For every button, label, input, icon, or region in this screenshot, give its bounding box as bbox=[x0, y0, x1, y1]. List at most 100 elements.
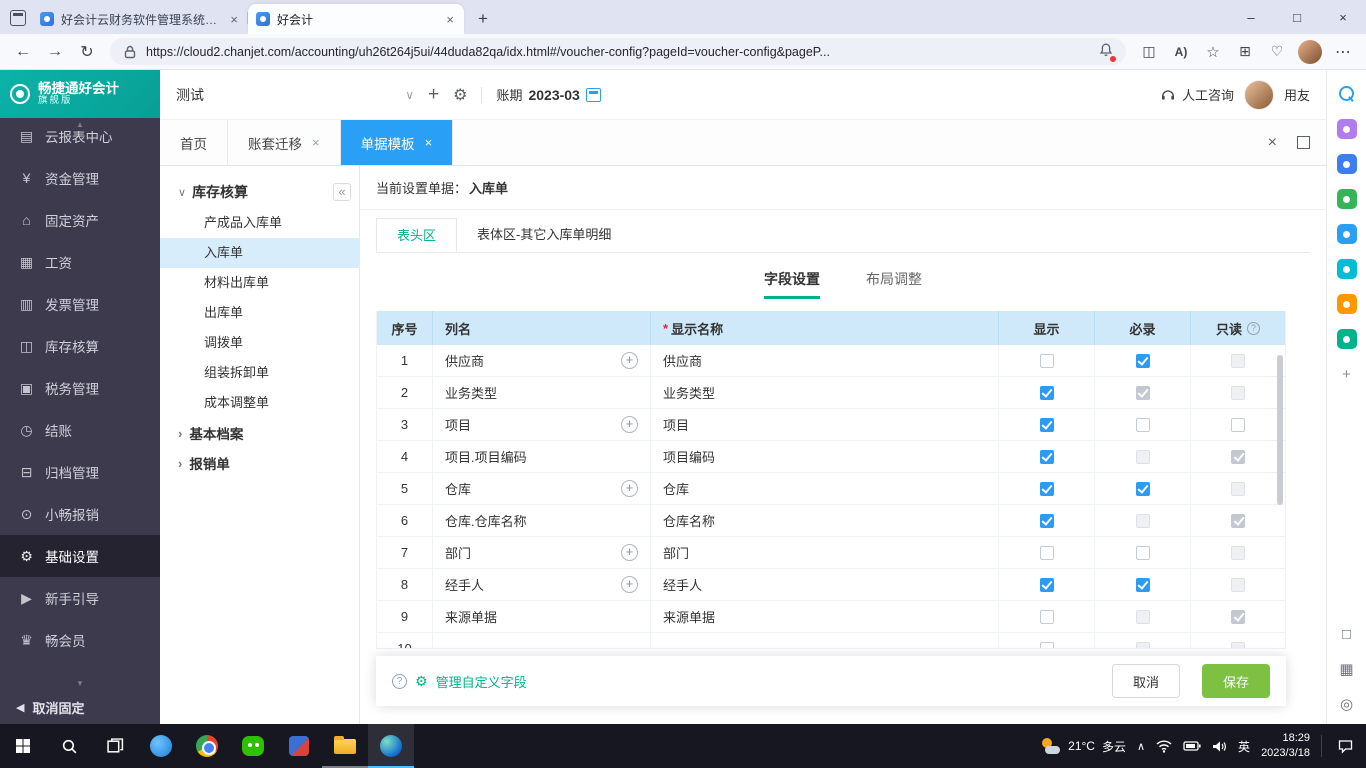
show-checkbox[interactable] bbox=[1039, 353, 1054, 368]
input-language-badge[interactable]: 英 bbox=[1238, 738, 1250, 755]
save-button[interactable]: 保存 bbox=[1202, 664, 1270, 698]
collapse-panel-button[interactable]: « bbox=[333, 183, 351, 201]
show-checkbox[interactable] bbox=[1039, 481, 1054, 496]
readonly-checkbox[interactable] bbox=[1231, 481, 1245, 496]
sidebar-item[interactable]: ⊙ 小畅报销 bbox=[0, 493, 160, 535]
tree-item[interactable]: 入库单 bbox=[160, 238, 359, 268]
readonly-checkbox[interactable] bbox=[1231, 385, 1245, 400]
show-checkbox[interactable] bbox=[1039, 609, 1054, 624]
footer-help-icon[interactable]: ? bbox=[392, 673, 407, 689]
close-all-tabs-icon[interactable]: × bbox=[1268, 134, 1277, 152]
required-checkbox[interactable] bbox=[1135, 385, 1150, 400]
table-scrollbar[interactable] bbox=[1277, 355, 1283, 505]
browser-tab[interactable]: 好会计 × bbox=[248, 4, 464, 34]
cell-display-name[interactable] bbox=[651, 633, 999, 648]
required-checkbox[interactable] bbox=[1135, 545, 1150, 560]
wifi-icon[interactable] bbox=[1156, 739, 1172, 753]
browser-menu-icon[interactable]: ⋯ bbox=[1328, 38, 1358, 66]
required-checkbox[interactable] bbox=[1135, 577, 1150, 592]
required-checkbox[interactable] bbox=[1135, 417, 1150, 432]
hidden-icons-chevron[interactable]: ∧ bbox=[1137, 740, 1145, 753]
show-checkbox[interactable] bbox=[1039, 545, 1054, 560]
cell-display-name[interactable]: 部门 bbox=[651, 537, 999, 568]
sidebar-item[interactable]: ▣ 税务管理 bbox=[0, 367, 160, 409]
file-explorer-icon[interactable] bbox=[322, 724, 368, 768]
tree-item[interactable]: 调拨单 bbox=[160, 328, 359, 358]
browser-essentials-icon[interactable]: ♡ bbox=[1262, 38, 1292, 66]
back-button[interactable]: ← bbox=[8, 37, 38, 67]
sidebar-item[interactable]: ⊟ 归档管理 bbox=[0, 451, 160, 493]
page-tab-close-icon[interactable]: × bbox=[425, 135, 433, 150]
tree-item[interactable]: 出库单 bbox=[160, 298, 359, 328]
rail-add-icon[interactable]: + bbox=[1337, 364, 1357, 384]
site-info-lock-icon[interactable] bbox=[122, 44, 138, 60]
rail-edit-icon[interactable] bbox=[1336, 119, 1357, 139]
tree-item[interactable]: 组装拆卸单 bbox=[160, 358, 359, 388]
setting-tab[interactable]: 字段设置 bbox=[764, 269, 820, 299]
add-account-button[interactable]: + bbox=[428, 84, 439, 106]
sidebar-item[interactable]: ¥ 资金管理 bbox=[0, 157, 160, 199]
collections-icon[interactable]: ⊞ bbox=[1230, 38, 1260, 66]
address-bar[interactable]: https://cloud2.chanjet.com/accounting/uh… bbox=[110, 38, 1126, 65]
sidebar-item[interactable]: ⚙ 基础设置 bbox=[0, 535, 160, 577]
minimize-button[interactable]: – bbox=[1228, 0, 1274, 34]
expand-field-button[interactable]: + bbox=[621, 544, 638, 561]
close-window-button[interactable]: × bbox=[1320, 0, 1366, 34]
cell-display-name[interactable]: 仓库 bbox=[651, 473, 999, 504]
rail-cloud-icon[interactable] bbox=[1336, 154, 1357, 174]
rail-alert-icon[interactable] bbox=[1336, 294, 1357, 314]
refresh-button[interactable]: ↻ bbox=[72, 37, 102, 67]
sidebar-item[interactable]: ⌂ 固定资产 bbox=[0, 199, 160, 241]
expand-field-button[interactable]: + bbox=[621, 576, 638, 593]
browser-tab[interactable]: 好会计云财务软件管理系统_会计 × bbox=[32, 4, 248, 34]
expand-field-button[interactable]: + bbox=[621, 352, 638, 369]
show-checkbox[interactable] bbox=[1039, 449, 1054, 464]
show-checkbox[interactable] bbox=[1039, 385, 1054, 400]
expand-field-button[interactable]: + bbox=[621, 480, 638, 497]
cell-display-name[interactable]: 项目 bbox=[651, 409, 999, 440]
show-checkbox[interactable] bbox=[1039, 513, 1054, 528]
readonly-checkbox[interactable] bbox=[1231, 545, 1245, 560]
tree-node[interactable]: › 报销单 bbox=[160, 448, 359, 478]
cell-display-name[interactable]: 来源单据 bbox=[651, 601, 999, 632]
cell-display-name[interactable]: 经手人 bbox=[651, 569, 999, 600]
show-checkbox[interactable] bbox=[1039, 417, 1054, 432]
cell-display-name[interactable]: 仓库名称 bbox=[651, 505, 999, 536]
readonly-checkbox[interactable] bbox=[1231, 449, 1245, 464]
taskbar-search-icon[interactable] bbox=[46, 724, 92, 768]
page-tab[interactable]: 账套迁移 × bbox=[228, 120, 341, 165]
required-checkbox[interactable] bbox=[1135, 353, 1150, 368]
action-center-icon[interactable] bbox=[1337, 738, 1354, 754]
user-avatar[interactable] bbox=[1243, 79, 1274, 110]
sidebar-item[interactable]: ◷ 结账 bbox=[0, 409, 160, 451]
sidebar-item[interactable]: ◫ 库存核算 bbox=[0, 325, 160, 367]
read-aloud-icon[interactable]: A) bbox=[1166, 38, 1196, 66]
account-settings-gear-icon[interactable]: ⚙ bbox=[453, 85, 467, 105]
expand-field-button[interactable]: + bbox=[621, 416, 638, 433]
volume-icon[interactable] bbox=[1212, 740, 1227, 753]
sidebar-item[interactable]: ▤ 云报表中心 bbox=[0, 131, 160, 157]
sidebar-item[interactable]: ▶ 新手引导 bbox=[0, 577, 160, 619]
tree-node[interactable]: › 基本档案 bbox=[160, 418, 359, 448]
page-tab[interactable]: 首页 bbox=[160, 120, 228, 165]
tab-close-icon[interactable]: × bbox=[444, 12, 456, 27]
readonly-checkbox[interactable] bbox=[1231, 641, 1245, 648]
edge-icon[interactable] bbox=[368, 724, 414, 768]
tree-item[interactable]: 产成品入库单 bbox=[160, 208, 359, 238]
unpin-sidebar-button[interactable]: ◀ 取消固定 bbox=[0, 690, 160, 724]
help-icon[interactable]: ? bbox=[1247, 321, 1260, 335]
period-selector[interactable]: 账期 2023-03 bbox=[496, 85, 601, 104]
wechat-icon[interactable] bbox=[230, 724, 276, 768]
rail-leaf-icon[interactable] bbox=[1336, 329, 1357, 349]
rail-message-icon[interactable] bbox=[1336, 259, 1357, 279]
required-checkbox[interactable] bbox=[1135, 481, 1150, 496]
maximize-button[interactable]: □ bbox=[1274, 0, 1320, 34]
sidebar-scroll-down-icon[interactable]: ▼ bbox=[0, 677, 160, 690]
pinned-app-icon[interactable] bbox=[138, 724, 184, 768]
workspace-menu-icon[interactable] bbox=[10, 10, 26, 26]
sidebar-item[interactable]: ▦ 工资 bbox=[0, 241, 160, 283]
battery-icon[interactable] bbox=[1183, 740, 1201, 752]
url-text[interactable]: https://cloud2.chanjet.com/accounting/uh… bbox=[146, 45, 1090, 59]
rail-support-icon[interactable]: ◎ bbox=[1337, 694, 1357, 714]
page-tab-close-icon[interactable]: × bbox=[312, 135, 320, 150]
